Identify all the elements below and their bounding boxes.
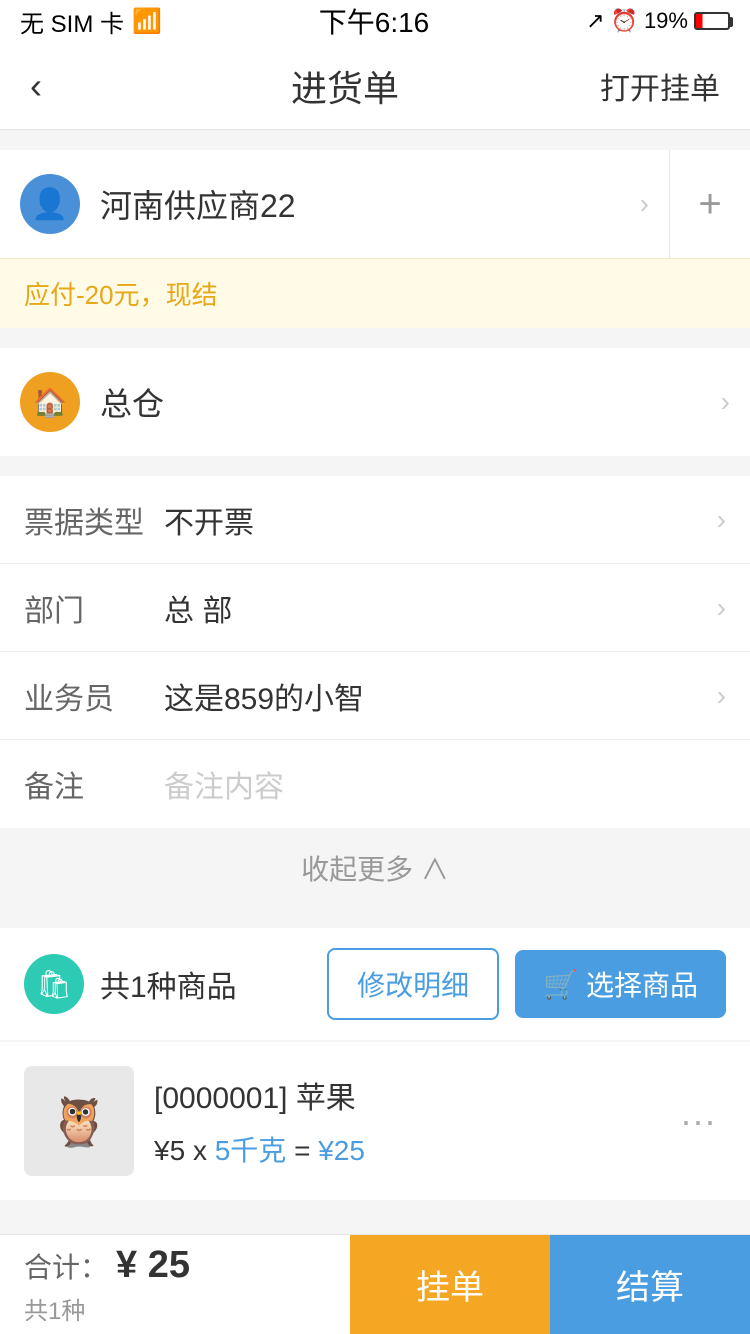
select-product-label: 选择商品: [586, 964, 698, 1004]
warehouse-section[interactable]: 🏠 总仓 ›: [0, 348, 750, 456]
product-multiply-sign: x: [193, 1135, 207, 1166]
nav-bar: ‹ 进货单 打开挂单: [0, 42, 750, 130]
dept-value: 总 部: [154, 586, 707, 630]
product-unit-price: ¥5: [154, 1135, 185, 1166]
select-product-button[interactable]: 🛒 选择商品: [515, 950, 726, 1018]
chevron-right-icon: ›: [640, 188, 649, 220]
product-equals-sign: =: [294, 1135, 310, 1166]
product-image-placeholder: 🦉: [49, 1093, 109, 1150]
salesperson-label: 业务员: [24, 674, 154, 718]
notice-bar: 应付-20元，现结: [0, 258, 750, 328]
plus-icon: +: [698, 182, 721, 227]
products-icon-wrap: 🛍: [24, 954, 84, 1014]
warehouse-icon-wrap: 🏠: [20, 372, 80, 432]
total-section: 合计： ¥ 25 共1种: [0, 1235, 350, 1334]
status-left: 无 SIM 卡 📶: [20, 4, 162, 39]
product-price: ¥5 x 5千克 = ¥25: [154, 1129, 650, 1169]
gap-4: [0, 908, 750, 928]
form-row-dept[interactable]: 部门 总 部 ›: [0, 564, 750, 652]
remark-label: 备注: [24, 762, 154, 806]
form-row-ticket[interactable]: 票据类型 不开票 ›: [0, 476, 750, 564]
edit-detail-button[interactable]: 修改明细: [327, 948, 499, 1020]
wifi-icon: 📶: [132, 7, 162, 36]
gap-2: [0, 328, 750, 348]
dept-chevron-icon: ›: [717, 592, 726, 624]
form-row-salesperson[interactable]: 业务员 这是859的小智 ›: [0, 652, 750, 740]
hang-button[interactable]: 挂单: [350, 1235, 550, 1334]
carrier-text: 无 SIM 卡: [20, 4, 124, 39]
form-row-remark[interactable]: 备注 备注内容: [0, 740, 750, 828]
product-more-button[interactable]: ···: [670, 1100, 726, 1142]
supplier-row[interactable]: 👤 河南供应商22 ›: [0, 150, 670, 258]
product-qty: 5千克: [215, 1135, 287, 1166]
checkout-button[interactable]: 结算: [550, 1235, 750, 1334]
product-code: [0000001]: [154, 1082, 287, 1115]
product-info: [0000001] 苹果 ¥5 x 5千克 = ¥25: [154, 1073, 650, 1169]
product-thumbnail: 🦉: [24, 1066, 134, 1176]
product-title: 苹果: [296, 1082, 356, 1115]
page-title: 进货单: [291, 60, 399, 112]
product-item: 🦉 [0000001] 苹果 ¥5 x 5千克 = ¥25 ···: [0, 1042, 750, 1200]
cart-icon: 🛒: [543, 968, 578, 1001]
supplier-name: 河南供应商22: [100, 181, 630, 227]
ticket-chevron-icon: ›: [717, 504, 726, 536]
salesperson-chevron-icon: ›: [717, 680, 726, 712]
status-time: 下午6:16: [319, 1, 430, 41]
warehouse-name: 总仓: [100, 379, 711, 425]
collapse-bar[interactable]: 收起更多 ∧: [0, 828, 750, 908]
bottom-bar: 合计： ¥ 25 共1种 挂单 结算: [0, 1234, 750, 1334]
supplier-section: 👤 河南供应商22 › +: [0, 150, 750, 258]
form-section: 票据类型 不开票 › 部门 总 部 › 业务员 这是859的小智 › 备注 备注…: [0, 476, 750, 828]
products-header: 🛍 共1种商品 修改明细 🛒 选择商品: [0, 928, 750, 1040]
open-pending-button[interactable]: 打开挂单: [600, 64, 720, 108]
battery-text: 19%: [644, 8, 688, 34]
shopping-bag-icon: 🛍: [36, 968, 72, 1001]
status-bar: 无 SIM 卡 📶 下午6:16 ↗ ⏰ 19%: [0, 0, 750, 42]
gap-3: [0, 456, 750, 476]
add-supplier-button[interactable]: +: [670, 150, 750, 258]
supplier-avatar: 👤: [20, 174, 80, 234]
remark-input[interactable]: 备注内容: [154, 762, 726, 806]
total-line: 合计： ¥ 25: [24, 1244, 326, 1287]
product-name: [0000001] 苹果: [154, 1073, 650, 1117]
battery-icon: [694, 12, 730, 30]
total-amount: ¥ 25: [116, 1244, 190, 1287]
total-label: 合计：: [24, 1246, 108, 1286]
ticket-value: 不开票: [154, 498, 707, 542]
products-count: 共1种商品: [100, 962, 311, 1006]
product-total: ¥25: [318, 1135, 365, 1166]
warehouse-chevron-icon: ›: [721, 386, 730, 418]
status-right: ↗ ⏰ 19%: [586, 8, 730, 34]
warehouse-icon: 🏠: [33, 386, 68, 419]
gap-1: [0, 130, 750, 150]
alarm-icon: ⏰: [611, 8, 638, 34]
person-icon: 👤: [31, 187, 68, 222]
ticket-label: 票据类型: [24, 498, 154, 542]
salesperson-value: 这是859的小智: [154, 674, 707, 718]
back-button[interactable]: ‹: [30, 65, 90, 107]
total-sub: 共1种: [24, 1291, 326, 1326]
location-icon: ↗: [586, 8, 604, 34]
dept-label: 部门: [24, 586, 154, 630]
